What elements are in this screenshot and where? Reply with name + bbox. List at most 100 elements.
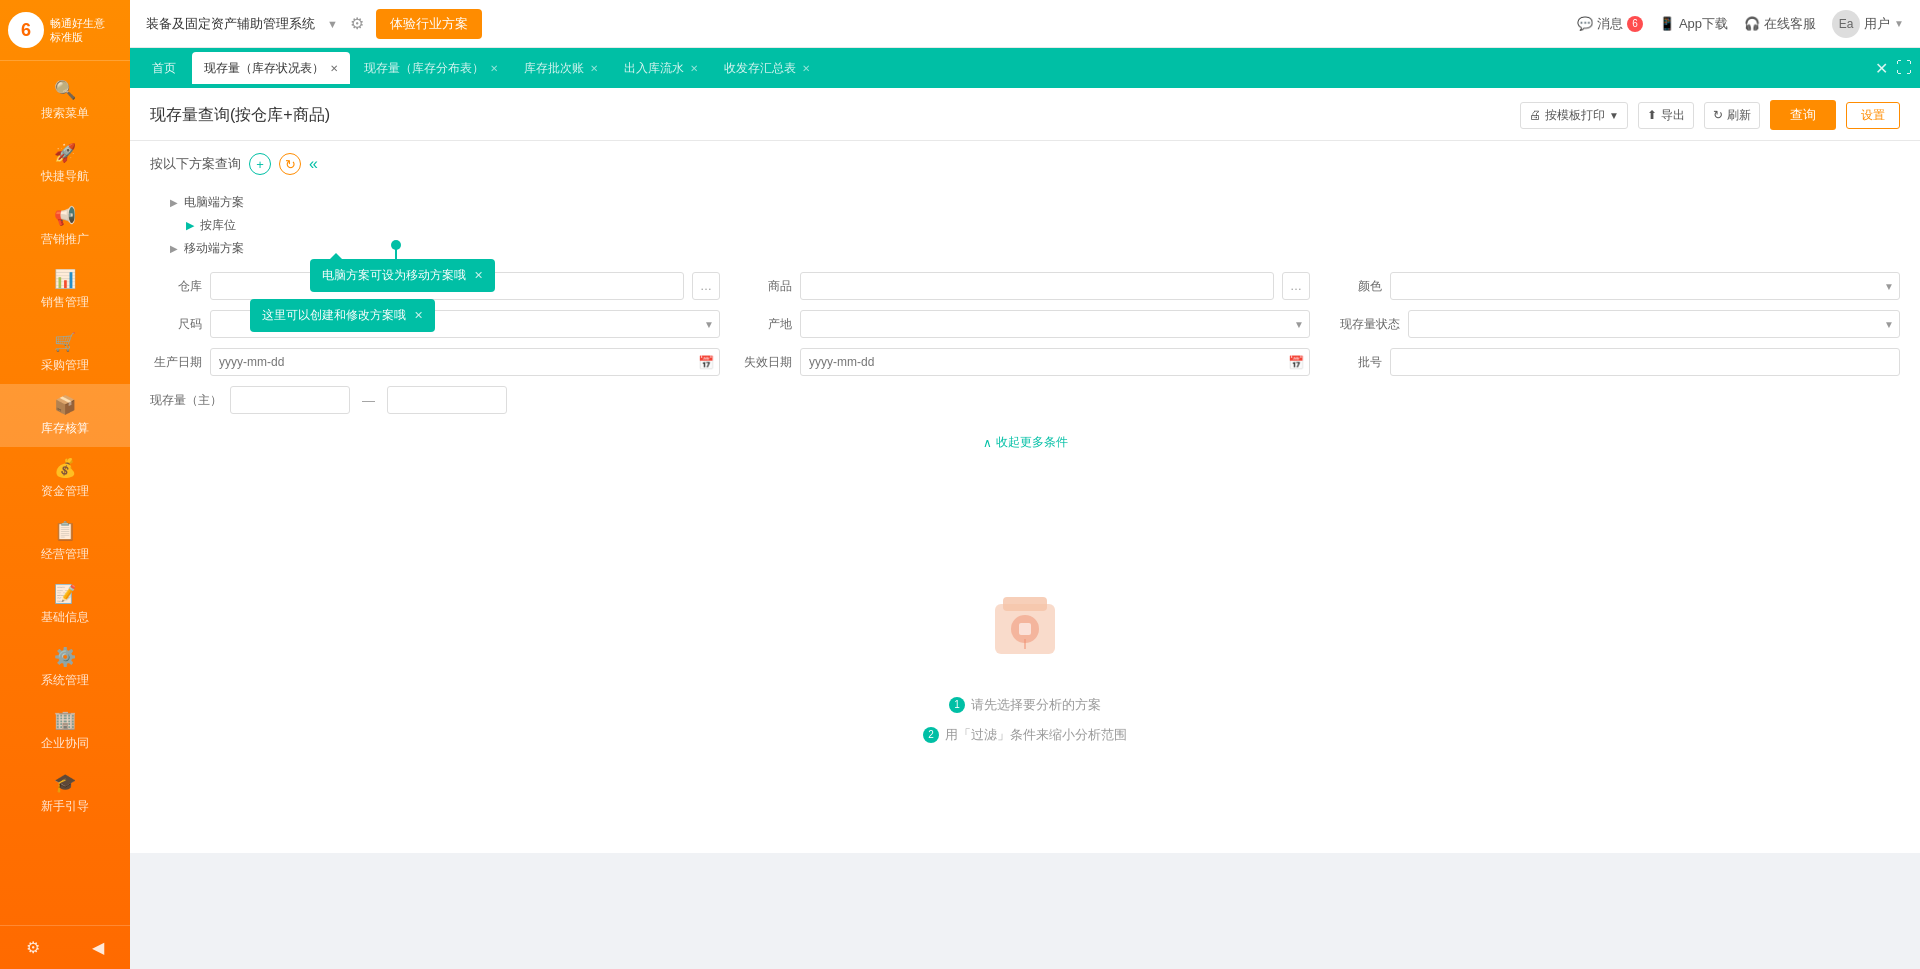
- sidebar-item-system[interactable]: ⚙️ 系统管理: [0, 636, 130, 699]
- sidebar-item-purchase[interactable]: 🛒 采购管理: [0, 321, 130, 384]
- quantity-label: 现存量（主）: [150, 392, 222, 409]
- origin-select-wrapper: ▼: [800, 310, 1310, 338]
- sidebar-item-operations[interactable]: 📋 经营管理: [0, 510, 130, 573]
- topbar-gear-icon[interactable]: ⚙: [350, 14, 364, 33]
- filter-area: 按以下方案查询 + ↻ « 电脑方案可设为移动方案哦 ✕ ▶ 电脑端方案: [130, 141, 1920, 473]
- page-actions: 🖨 按模板打印 ▼ ⬆ 导出 ↻ 刷新 查询 设置: [1520, 100, 1900, 130]
- goods-ellipsis-btn[interactable]: …: [1282, 272, 1310, 300]
- sidebar-item-sales[interactable]: 📊 销售管理: [0, 258, 130, 321]
- settings-button[interactable]: 设置: [1846, 102, 1900, 129]
- empty-state: 1 请先选择要分析的方案 2 用「过滤」条件来缩小分析范围: [130, 473, 1920, 853]
- page-title-row: 现存量查询(按仓库+商品) 🖨 按模板打印 ▼ ⬆ 导出 ↻ 刷新: [150, 100, 1900, 140]
- refresh-button[interactable]: ↻ 刷新: [1704, 102, 1760, 129]
- message-icon: 💬: [1577, 16, 1593, 31]
- messages-button[interactable]: 💬 消息 6: [1577, 15, 1643, 33]
- warehouse-ellipsis-btn[interactable]: …: [692, 272, 720, 300]
- collapse-button[interactable]: ∧ 收起更多条件: [983, 434, 1068, 451]
- industry-plan-button[interactable]: 体验行业方案: [376, 9, 482, 39]
- tab-maximize-icon[interactable]: ⛶: [1896, 59, 1912, 77]
- tab-batch-account[interactable]: 库存批次账 ✕: [512, 52, 610, 84]
- goods-field: 商品 …: [740, 272, 1310, 300]
- sidebar-item-basic[interactable]: 📝 基础信息: [0, 573, 130, 636]
- svg-rect-3: [1019, 623, 1031, 635]
- tab-home[interactable]: 首页: [138, 52, 190, 84]
- pc-scheme-item[interactable]: ▶ 电脑端方案: [170, 191, 1900, 214]
- dropdown-arrow-icon: ▼: [327, 18, 338, 30]
- tabbar: 首页 现存量（库存状况表） ✕ 现存量（库存分布表） ✕ 库存批次账 ✕ 出入库…: [130, 48, 1920, 88]
- collapse-row: ∧ 收起更多条件: [150, 424, 1900, 457]
- user-menu[interactable]: Ea 用户 ▼: [1832, 10, 1904, 38]
- app-download-button[interactable]: 📱 App下载: [1659, 15, 1728, 33]
- sidebar-item-search[interactable]: 🔍 搜索菜单: [0, 69, 130, 132]
- sidebar-item-guide[interactable]: 🎓 新手引导: [0, 762, 130, 825]
- lot-label: 批号: [1330, 354, 1382, 371]
- add-scheme-button[interactable]: +: [249, 153, 271, 175]
- tab-inventory-status[interactable]: 现存量（库存状况表） ✕: [192, 52, 350, 84]
- quantity-min-input[interactable]: [230, 386, 350, 414]
- tab-inventory-dist[interactable]: 现存量（库存分布表） ✕: [352, 52, 510, 84]
- tab-in-out-flow[interactable]: 出入库流水 ✕: [612, 52, 710, 84]
- tab-close-batch-account[interactable]: ✕: [590, 63, 598, 74]
- megaphone-icon: 📢: [54, 205, 76, 227]
- sidebar-logo: 6 畅通好生意 标准版: [0, 0, 130, 61]
- page-content: 现存量查询(按仓库+商品) 🖨 按模板打印 ▼ ⬆ 导出 ↻ 刷新: [130, 88, 1920, 969]
- tab-close-inventory-status[interactable]: ✕: [330, 63, 338, 74]
- filter-row-3: 生产日期 📅 失效日期 📅 批号: [150, 348, 1900, 376]
- guide-icon: 🎓: [54, 772, 76, 794]
- phone-icon: 📱: [1659, 16, 1675, 31]
- sidebar-item-enterprise[interactable]: 🏢 企业协同: [0, 699, 130, 762]
- filter-row-4: 现存量（主） —: [150, 386, 1900, 414]
- origin-select[interactable]: [800, 310, 1310, 338]
- query-button[interactable]: 查询: [1770, 100, 1836, 130]
- quantity-max-input[interactable]: [387, 386, 507, 414]
- goods-input[interactable]: [800, 272, 1274, 300]
- lot-input[interactable]: [1390, 348, 1900, 376]
- stock-status-select[interactable]: [1408, 310, 1900, 338]
- gear-icon: ⚙️: [54, 646, 76, 668]
- settings-bottom-icon[interactable]: ⚙: [26, 938, 40, 957]
- empty-hint-2: 2 用「过滤」条件来缩小分析范围: [923, 726, 1127, 744]
- tooltip2-close-icon[interactable]: ✕: [414, 309, 423, 322]
- expire-date-input[interactable]: [800, 348, 1310, 376]
- sub-item-icon: ▶: [186, 219, 194, 232]
- sidebar-item-finance[interactable]: 💰 资金管理: [0, 447, 130, 510]
- note-icon: 📝: [54, 583, 76, 605]
- color-select-wrapper: ▼: [1390, 272, 1900, 300]
- tab-close-inventory-dist[interactable]: ✕: [490, 63, 498, 74]
- sidebar-item-inventory[interactable]: 📦 库存核算: [0, 384, 130, 447]
- origin-field: 产地 ▼: [740, 310, 1310, 338]
- sidebar-item-quick-nav[interactable]: 🚀 快捷导航: [0, 132, 130, 195]
- collapse-sidebar-icon[interactable]: ◀: [92, 938, 104, 957]
- tab-recv-summary[interactable]: 收发存汇总表 ✕: [712, 52, 822, 84]
- printer-icon: 🖨: [1529, 108, 1541, 122]
- origin-label: 产地: [740, 316, 792, 333]
- app-logo-text: 畅通好生意 标准版: [50, 16, 105, 45]
- left-arrow-icon[interactable]: «: [309, 155, 318, 173]
- money-icon: 💰: [54, 457, 76, 479]
- hint-dot-2: 2: [923, 727, 939, 743]
- tab-close-all-icon[interactable]: ✕: [1875, 59, 1888, 78]
- print-template-button[interactable]: 🖨 按模板打印 ▼: [1520, 102, 1628, 129]
- prod-date-start-calendar-icon[interactable]: 📅: [698, 355, 714, 370]
- export-button[interactable]: ⬆ 导出: [1638, 102, 1694, 129]
- mobile-scheme-item[interactable]: ▶ 移动端方案: [170, 237, 1900, 260]
- export-icon: ⬆: [1647, 108, 1657, 122]
- lot-field: 批号: [1330, 348, 1900, 376]
- expire-date-wrap: 📅: [800, 348, 1310, 376]
- search-icon: 🔍: [54, 79, 76, 101]
- tooltip1-close-icon[interactable]: ✕: [474, 269, 483, 282]
- expire-date-calendar-icon[interactable]: 📅: [1288, 355, 1304, 370]
- pc-sub-scheme-item[interactable]: ▶ 按库位: [170, 214, 1900, 237]
- tab-close-recv-summary[interactable]: ✕: [802, 63, 810, 74]
- online-service-button[interactable]: 🎧 在线客服: [1744, 15, 1816, 33]
- filter-header-row: 按以下方案查询 + ↻ «: [150, 153, 1900, 175]
- refresh-scheme-button[interactable]: ↻: [279, 153, 301, 175]
- topbar: 装备及固定资产辅助管理系统 ▼ ⚙ 体验行业方案 💬 消息 6 📱 App下载 …: [130, 0, 1920, 48]
- empty-illustration: [975, 579, 1075, 672]
- tab-close-in-out-flow[interactable]: ✕: [690, 63, 698, 74]
- color-field: 颜色 ▼: [1330, 272, 1900, 300]
- sidebar: 6 畅通好生意 标准版 🔍 搜索菜单 🚀 快捷导航 📢 营销推广 📊 销售管理 …: [0, 0, 130, 969]
- color-select[interactable]: [1390, 272, 1900, 300]
- prod-date-start-input[interactable]: [210, 348, 720, 376]
- sidebar-item-marketing[interactable]: 📢 营销推广: [0, 195, 130, 258]
